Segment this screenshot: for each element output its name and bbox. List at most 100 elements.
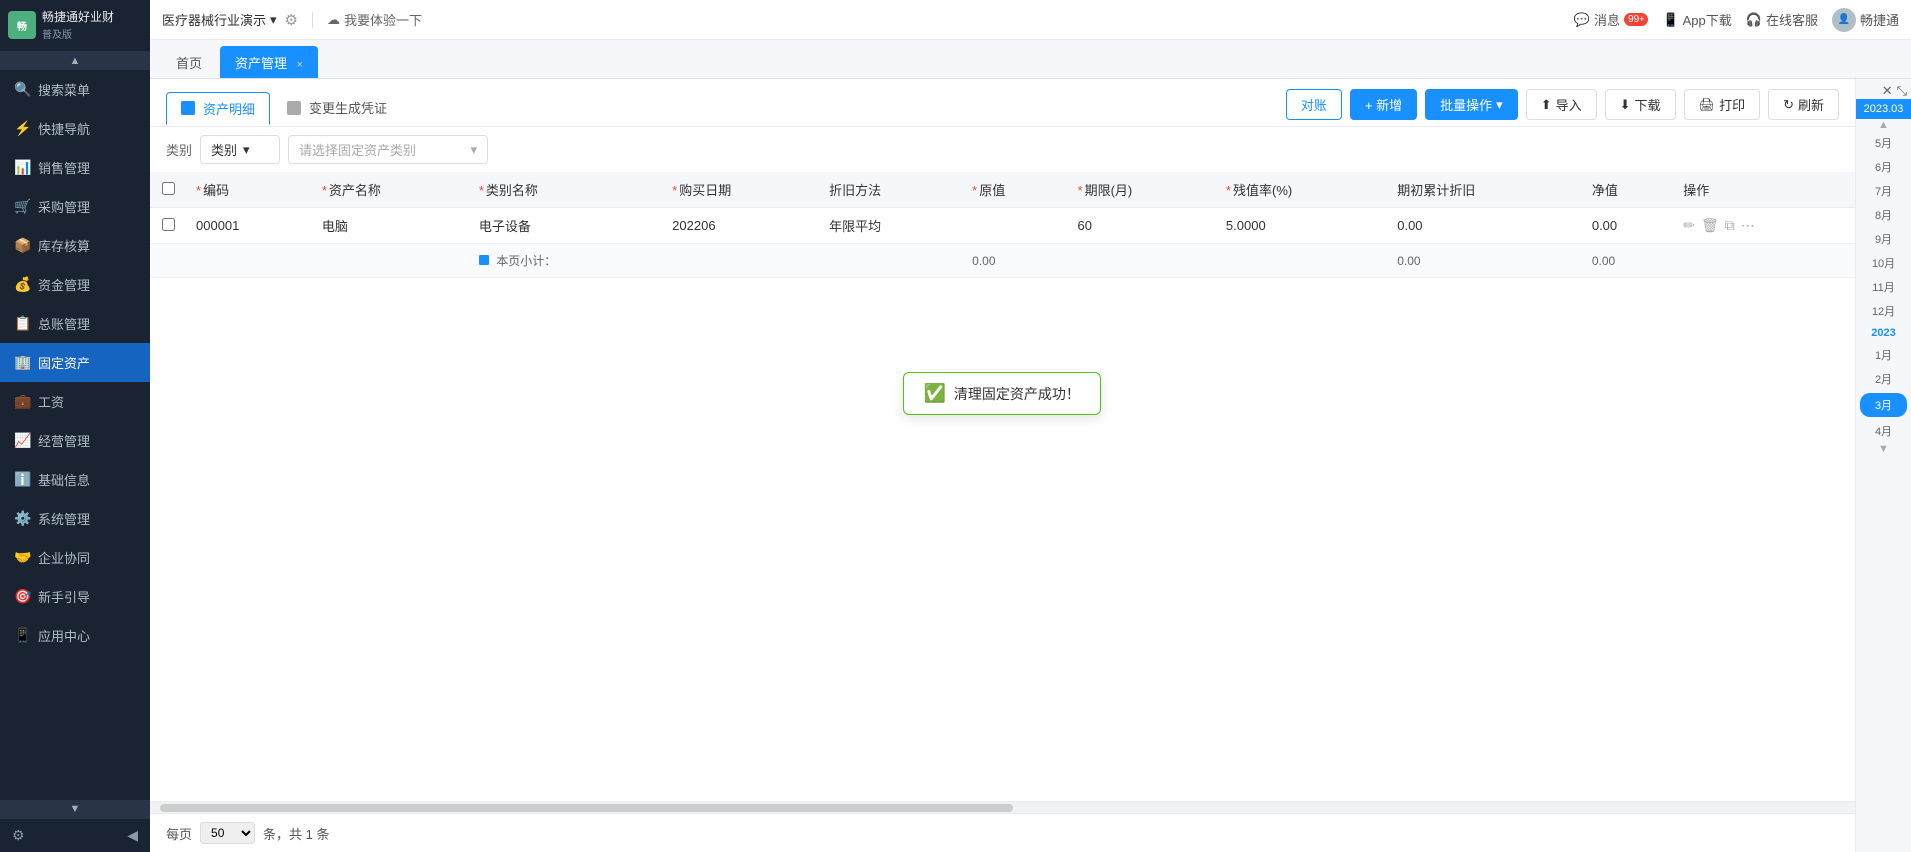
timeline-month-10[interactable]: 10月	[1856, 251, 1911, 275]
sub-tab-asset-detail[interactable]: 资产明细	[166, 92, 270, 125]
topbar-right: 💬 消息 99+ 📱 App下载 🎧 在线客服 👤 畅捷通	[1574, 8, 1899, 32]
timeline-month-4[interactable]: 4月	[1856, 419, 1911, 443]
import-button[interactable]: ⬆ 导入	[1526, 89, 1597, 120]
basic-info-icon: ℹ️	[14, 471, 30, 488]
timeline-month-11[interactable]: 11月	[1856, 275, 1911, 299]
tab-home[interactable]: 首页	[162, 47, 216, 78]
category-type-select[interactable]: 类别 ▾	[200, 135, 280, 164]
topbar: 医疗器械行业演示 ▾ ⚙ ☁ 我要体验一下 💬 消息 99+ 📱 App下载 🎧	[150, 0, 1911, 40]
sub-tab-change-voucher[interactable]: 变更生成凭证	[272, 91, 402, 124]
category-placeholder: 请选择固定资产类别	[299, 140, 416, 159]
subtotal-initial: 0.00	[1387, 244, 1582, 278]
sidebar-item-ledger[interactable]: 📋 总账管理	[0, 304, 150, 343]
sidebar-item-guide[interactable]: 🎯 新手引导	[0, 577, 150, 616]
new-button[interactable]: + 新增	[1350, 89, 1417, 120]
timeline-month-3-active[interactable]: 3月	[1860, 393, 1907, 417]
timeline-month-8[interactable]: 8月	[1856, 203, 1911, 227]
ledger-icon: 📋	[14, 315, 30, 332]
timeline-header: 2023.03	[1856, 99, 1911, 119]
enterprise-icon: 🤝	[14, 549, 30, 566]
sidebar-item-search[interactable]: 🔍 搜索菜单	[0, 70, 150, 109]
edit-icon[interactable]: ✏	[1683, 217, 1695, 234]
row-checkbox[interactable]	[162, 218, 175, 231]
tabs-bar: 首页 资产管理 ×	[150, 40, 1911, 79]
online-service-label: 在线客服	[1766, 10, 1818, 29]
batch-dropdown-icon: ▾	[1496, 97, 1503, 113]
refresh-button[interactable]: ↻ 刷新	[1768, 89, 1839, 120]
sidebar-item-label: 搜索菜单	[38, 80, 90, 99]
batch-button[interactable]: 批量操作 ▾	[1425, 89, 1518, 120]
account-button[interactable]: 对账	[1286, 89, 1342, 120]
online-service-btn[interactable]: 🎧 在线客服	[1746, 10, 1818, 29]
subtotal-original: 0.00	[962, 244, 1067, 278]
timeline-up-btn[interactable]: ▲	[1856, 119, 1911, 131]
sidebar-item-operations[interactable]: 📈 经营管理	[0, 421, 150, 460]
sidebar-item-fixed-assets[interactable]: 🏢 固定资产	[0, 343, 150, 382]
tab-asset-management[interactable]: 资产管理 ×	[220, 46, 318, 78]
content-area: 资产明细 变更生成凭证 对账 + 新增 批量操作 ▾ ⬆ 导入	[150, 79, 1911, 852]
message-btn[interactable]: 💬 消息 99+	[1574, 10, 1649, 29]
timeline-month-12[interactable]: 12月	[1856, 299, 1911, 323]
sidebar-item-label: 新手引导	[38, 587, 90, 606]
company-selector[interactable]: 医疗器械行业演示 ▾	[162, 10, 277, 29]
category-value-select[interactable]: 请选择固定资产类别 ▾	[288, 135, 488, 164]
delete-icon[interactable]: 🗑	[1701, 217, 1719, 234]
sidebar-item-label: 应用中心	[38, 626, 90, 645]
sidebar-item-sales[interactable]: 📊 销售管理	[0, 148, 150, 187]
asset-detail-tab-icon	[181, 101, 195, 115]
timeline-down-btn[interactable]: ▼	[1856, 443, 1911, 455]
sidebar-item-system[interactable]: ⚙️ 系统管理	[0, 499, 150, 538]
category-filter-label: 类别	[166, 140, 192, 159]
sidebar-item-basic-info[interactable]: ℹ️ 基础信息	[0, 460, 150, 499]
settings-icon[interactable]: ⚙	[12, 827, 25, 844]
avatar: 👤	[1832, 8, 1856, 32]
timeline-close-icon[interactable]: ✕	[1882, 83, 1893, 99]
sidebar-item-label: 采购管理	[38, 197, 90, 216]
timeline-month-6[interactable]: 6月	[1856, 155, 1911, 179]
per-page-select[interactable]: 50 100 200	[200, 822, 255, 844]
sidebar-item-app-center[interactable]: 📱 应用中心	[0, 616, 150, 655]
settings-gear-icon[interactable]: ⚙	[285, 11, 298, 29]
guide-icon: 🎯	[14, 588, 30, 605]
scrollbar-thumb[interactable]	[160, 804, 1013, 812]
app-download-btn[interactable]: 📱 App下载	[1662, 10, 1731, 29]
timeline-month-5[interactable]: 5月	[1856, 131, 1911, 155]
tab-close-icon[interactable]: ×	[297, 59, 303, 71]
experience-btn[interactable]: ☁ 我要体验一下	[327, 10, 422, 29]
download-button[interactable]: ⬇ 下载	[1605, 89, 1676, 120]
timeline-expand-icon[interactable]: ⤡	[1897, 83, 1907, 99]
timeline-month-1[interactable]: 1月	[1856, 343, 1911, 367]
app-download-icon: 📱	[1662, 12, 1678, 28]
pagination-total: 条，共 1 条	[263, 824, 329, 843]
import-icon: ⬆	[1541, 97, 1552, 113]
search-icon: 🔍	[14, 81, 30, 98]
more-icon[interactable]: ⋯	[1741, 217, 1755, 234]
horizontal-scrollbar[interactable]	[150, 801, 1855, 813]
sidebar-item-quick-nav[interactable]: ⚡ 快捷导航	[0, 109, 150, 148]
sidebar-item-label: 系统管理	[38, 509, 90, 528]
select-all-checkbox[interactable]	[162, 182, 175, 195]
timeline-panel: ✕ ⤡ 2023.03 ▲ 5月 6月 7月 8月 9月 10月 11月 12月…	[1855, 79, 1911, 852]
cell-initial-accumulated: 0.00	[1387, 208, 1582, 244]
purchase-icon: 🛒	[14, 198, 30, 215]
finance-icon: 💰	[14, 276, 30, 293]
print-button[interactable]: 🖨 打印	[1684, 89, 1761, 120]
timeline-month-7[interactable]: 7月	[1856, 179, 1911, 203]
sidebar-item-label: 总账管理	[38, 314, 90, 333]
tab-asset-label: 资产管理	[235, 56, 287, 71]
sidebar-scroll-down[interactable]: ▼	[0, 800, 150, 818]
timeline-month-9[interactable]: 9月	[1856, 227, 1911, 251]
sidebar-item-purchase[interactable]: 🛒 采购管理	[0, 187, 150, 226]
sidebar-item-finance[interactable]: 💰 资金管理	[0, 265, 150, 304]
sidebar-collapse-icon[interactable]: ◀	[127, 827, 138, 844]
user-profile[interactable]: 👤 畅捷通	[1832, 8, 1899, 32]
app-download-label: App下载	[1683, 10, 1732, 29]
sidebar-item-inventory[interactable]: 📦 库存核算	[0, 226, 150, 265]
copy-icon[interactable]: ⧉	[1725, 217, 1735, 234]
sidebar-scroll-up[interactable]: ▲	[0, 52, 150, 70]
sidebar-item-payroll[interactable]: 💼 工资	[0, 382, 150, 421]
sidebar-item-enterprise[interactable]: 🤝 企业协同	[0, 538, 150, 577]
app-title: 畅捷通好业财	[42, 10, 114, 26]
timeline-month-2[interactable]: 2月	[1856, 367, 1911, 391]
system-icon: ⚙️	[14, 510, 30, 527]
